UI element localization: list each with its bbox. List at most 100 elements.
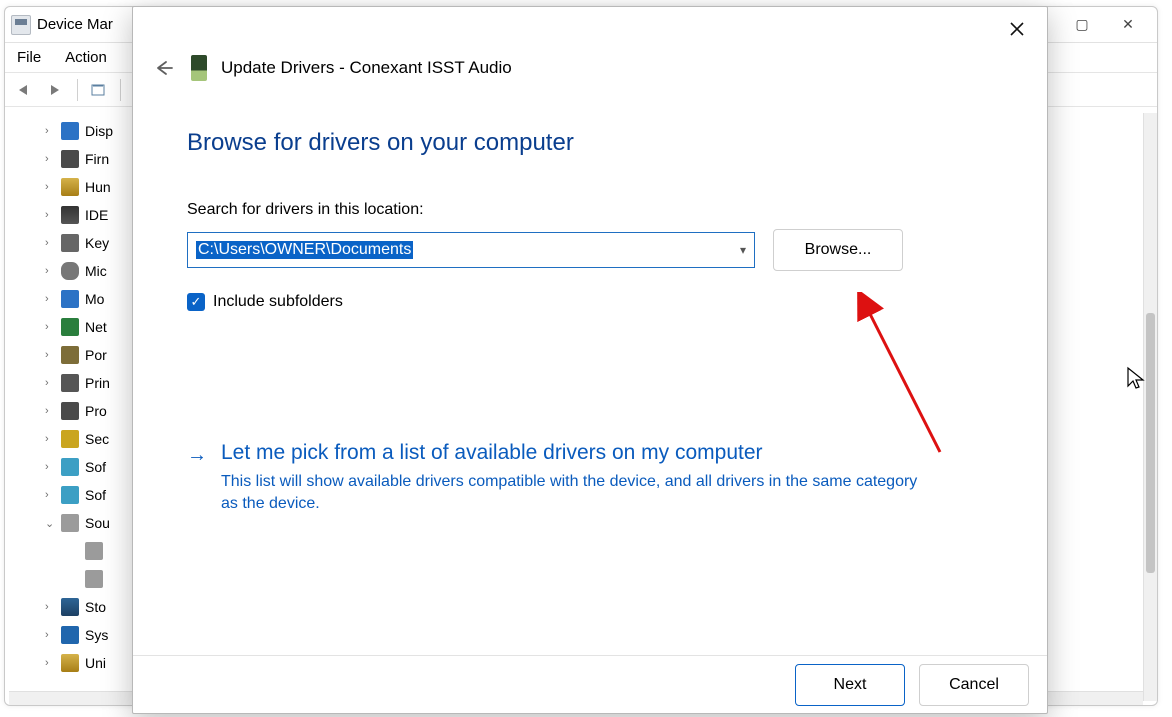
security-icon bbox=[61, 430, 79, 448]
processor-icon bbox=[61, 402, 79, 420]
close-icon: ✕ bbox=[1122, 16, 1134, 33]
tree-label: Sec bbox=[85, 431, 109, 447]
caret-right-icon: › bbox=[45, 181, 55, 193]
speaker-icon bbox=[85, 570, 103, 588]
pick-link-text: Let me pick from a list of available dri… bbox=[221, 441, 931, 516]
dialog-titlebar bbox=[133, 7, 1047, 51]
driver-path-value: C:\Users\OWNER\Documents bbox=[196, 241, 413, 259]
caret-right-icon: › bbox=[45, 321, 55, 333]
toolbar-refresh-button[interactable] bbox=[86, 77, 112, 103]
dialog-title: Update Drivers - Conexant ISST Audio bbox=[221, 58, 512, 78]
sound-icon bbox=[61, 514, 79, 532]
page-headline: Browse for drivers on your computer bbox=[187, 129, 993, 157]
system-icon bbox=[61, 626, 79, 644]
close-icon bbox=[1009, 21, 1025, 37]
tree-label: Disp bbox=[85, 123, 113, 139]
vertical-scrollbar[interactable] bbox=[1143, 113, 1157, 701]
next-button[interactable]: Next bbox=[795, 664, 905, 706]
speaker-icon bbox=[85, 542, 103, 560]
tree-label: Mic bbox=[85, 263, 107, 279]
tree-label: Sof bbox=[85, 487, 106, 503]
port-icon bbox=[61, 346, 79, 364]
nav-back-button[interactable] bbox=[11, 77, 37, 103]
device-icon bbox=[191, 55, 207, 81]
pick-link-desc: This list will show available drivers co… bbox=[221, 471, 931, 516]
usb-icon bbox=[61, 654, 79, 672]
toolbar-divider bbox=[77, 79, 78, 101]
tree-label: Mo bbox=[85, 291, 104, 307]
tree-label: Hun bbox=[85, 179, 111, 195]
cancel-button-label: Cancel bbox=[949, 676, 999, 694]
printer-icon bbox=[61, 374, 79, 392]
caret-right-icon: › bbox=[45, 629, 55, 641]
firmware-icon bbox=[61, 150, 79, 168]
caret-right-icon: › bbox=[45, 349, 55, 361]
monitor-icon bbox=[61, 290, 79, 308]
tree-label: Sou bbox=[85, 515, 110, 531]
chevron-down-icon: ▾ bbox=[740, 243, 746, 257]
browse-button-label: Browse... bbox=[805, 241, 872, 259]
dialog-close-button[interactable] bbox=[997, 12, 1037, 46]
driver-path-combobox[interactable]: C:\Users\OWNER\Documents ▾ bbox=[187, 232, 755, 268]
caret-right-icon: › bbox=[45, 153, 55, 165]
mouse-icon bbox=[61, 262, 79, 280]
nav-forward-button[interactable] bbox=[43, 77, 69, 103]
keyboard-icon bbox=[61, 234, 79, 252]
include-subfolders-checkbox[interactable]: ✓ bbox=[187, 293, 205, 311]
caret-right-icon: › bbox=[45, 209, 55, 221]
caret-right-icon: › bbox=[45, 405, 55, 417]
software-icon bbox=[61, 486, 79, 504]
pick-from-list-link[interactable]: → Let me pick from a list of available d… bbox=[187, 441, 993, 516]
caret-right-icon: › bbox=[45, 293, 55, 305]
browse-button[interactable]: Browse... bbox=[773, 229, 903, 271]
toolbar-divider bbox=[120, 79, 121, 101]
menu-file[interactable]: File bbox=[17, 49, 41, 66]
tree-label: Net bbox=[85, 319, 107, 335]
maximize-button[interactable]: ▢ bbox=[1059, 10, 1105, 40]
update-drivers-dialog: Update Drivers - Conexant ISST Audio Bro… bbox=[132, 6, 1048, 714]
network-icon bbox=[61, 318, 79, 336]
tree-label: Sof bbox=[85, 459, 106, 475]
display-icon bbox=[61, 122, 79, 140]
dialog-body: Browse for drivers on your computer Sear… bbox=[133, 99, 1047, 655]
software-icon bbox=[61, 458, 79, 476]
tree-label: Uni bbox=[85, 655, 106, 671]
scrollbar-thumb[interactable] bbox=[1146, 313, 1155, 573]
tree-label: Key bbox=[85, 235, 109, 251]
tree-label: Pro bbox=[85, 403, 107, 419]
caret-right-icon: › bbox=[45, 125, 55, 137]
dm-app-icon bbox=[11, 15, 31, 35]
include-subfolders-label: Include subfolders bbox=[213, 293, 343, 311]
tree-label: Firn bbox=[85, 151, 109, 167]
hid-icon bbox=[61, 178, 79, 196]
next-button-label: Next bbox=[834, 676, 867, 694]
arrow-right-icon: → bbox=[187, 441, 207, 516]
dialog-header: Update Drivers - Conexant ISST Audio bbox=[133, 51, 1047, 99]
tree-label: Prin bbox=[85, 375, 110, 391]
storage-icon bbox=[61, 598, 79, 616]
search-location-label: Search for drivers in this location: bbox=[187, 201, 993, 219]
caret-right-icon: › bbox=[45, 657, 55, 669]
pick-link-title: Let me pick from a list of available dri… bbox=[221, 441, 931, 465]
caret-down-icon: ⌄ bbox=[45, 517, 55, 530]
include-subfolders-row[interactable]: ✓ Include subfolders bbox=[187, 293, 993, 311]
path-row: C:\Users\OWNER\Documents ▾ Browse... bbox=[187, 229, 993, 271]
tree-label: IDE bbox=[85, 207, 108, 223]
maximize-icon: ▢ bbox=[1075, 16, 1088, 33]
caret-right-icon: › bbox=[45, 237, 55, 249]
tree-label: Por bbox=[85, 347, 107, 363]
caret-right-icon: › bbox=[45, 461, 55, 473]
tree-label: Sys bbox=[85, 627, 108, 643]
back-button[interactable] bbox=[151, 55, 177, 81]
caret-right-icon: › bbox=[45, 265, 55, 277]
arrow-left-icon bbox=[154, 60, 174, 76]
caret-right-icon: › bbox=[45, 489, 55, 501]
menu-action[interactable]: Action bbox=[65, 49, 107, 66]
ide-icon bbox=[61, 206, 79, 224]
dialog-footer: Next Cancel bbox=[133, 655, 1047, 713]
cancel-button[interactable]: Cancel bbox=[919, 664, 1029, 706]
caret-right-icon: › bbox=[45, 433, 55, 445]
caret-right-icon: › bbox=[45, 601, 55, 613]
window-close-button[interactable]: ✕ bbox=[1105, 10, 1151, 40]
tree-label: Sto bbox=[85, 599, 106, 615]
